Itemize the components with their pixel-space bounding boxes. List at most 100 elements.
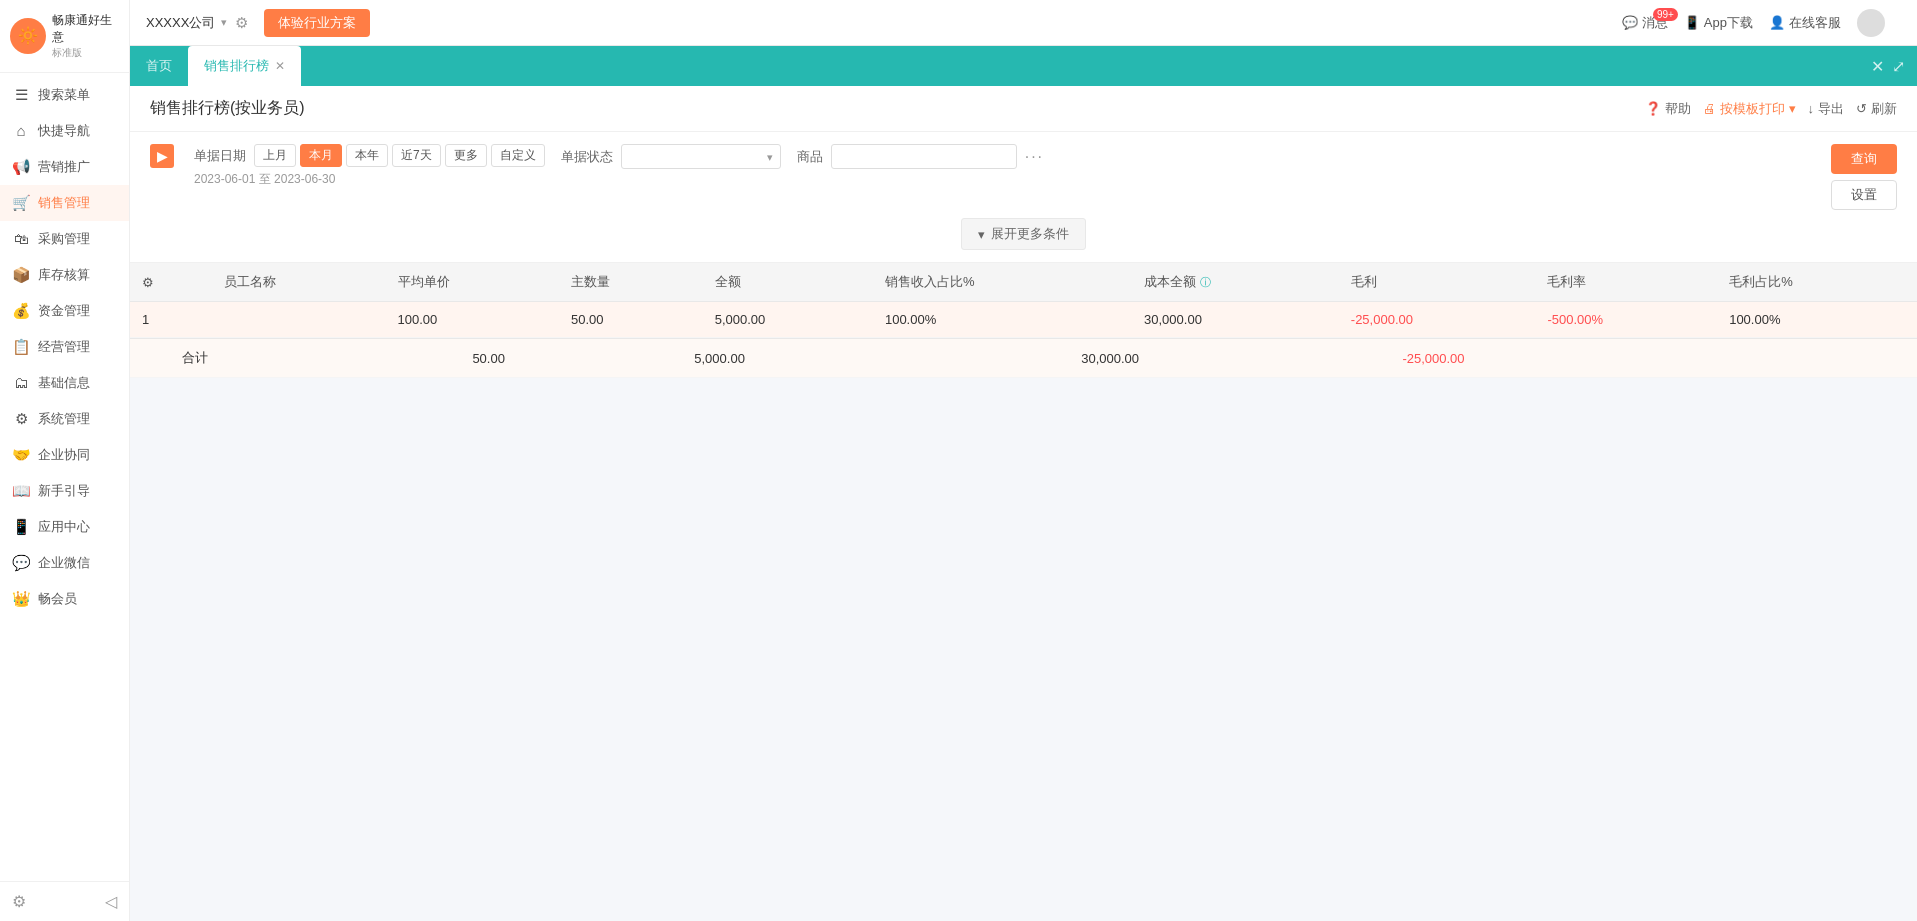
service-icon: 👤 (1769, 15, 1785, 30)
nav-label-purchase: 采购管理 (38, 230, 90, 248)
service-label: 在线客服 (1789, 14, 1841, 32)
status-select[interactable] (621, 144, 781, 169)
tab-close-icon[interactable]: ✕ (275, 59, 285, 73)
date-btn-more[interactable]: 更多 (445, 144, 487, 167)
date-btn-7days[interactable]: 近7天 (392, 144, 441, 167)
company-selector[interactable]: XXXXX公司 ▾ (146, 14, 227, 32)
nav-label-apps: 应用中心 (38, 518, 90, 536)
sidebar-item-member[interactable]: 👑 畅会员 (0, 581, 129, 617)
nav-label-marketing: 营销推广 (38, 158, 90, 176)
app-download-button[interactable]: 📱 App下载 (1684, 14, 1753, 32)
cell-gross-rate: -500.00% (1535, 302, 1717, 338)
query-button[interactable]: 查询 (1831, 144, 1897, 174)
col-name: 员工名称 (212, 263, 385, 302)
footer-qty-cell: 50.00 (460, 339, 682, 378)
settings-button[interactable]: 设置 (1831, 180, 1897, 210)
sidebar-item-purchase[interactable]: 🛍 采购管理 (0, 221, 129, 257)
nav-icon-sales: 🛒 (12, 194, 30, 212)
sidebar-item-system[interactable]: ⚙ 系统管理 (0, 401, 129, 437)
footer-gross-cell: -25,000.00 (1390, 339, 1728, 378)
date-buttons: 上月 本月 本年 近7天 更多 自定义 (254, 144, 545, 167)
tabbar-close-all-icon[interactable]: ✕ (1871, 57, 1884, 76)
topbar-right: 💬 消息 99+ 📱 App下载 👤 在线客服 (1622, 9, 1901, 37)
date-btn-last-month[interactable]: 上月 (254, 144, 296, 167)
online-service-button[interactable]: 👤 在线客服 (1769, 14, 1841, 32)
collapse-icon[interactable]: ◁ (105, 892, 117, 911)
export-label: 导出 (1818, 100, 1844, 118)
col-main-qty: 主数量 (559, 263, 703, 302)
sidebar-item-guide[interactable]: 📖 新手引导 (0, 473, 129, 509)
avatar[interactable] (1857, 9, 1885, 37)
sidebar-item-marketing[interactable]: 📢 营销推广 (0, 149, 129, 185)
sidebar-item-basic[interactable]: 🗂 基础信息 (0, 365, 129, 401)
footer-sales-pct-cell (975, 339, 1069, 378)
nav-icon-finance: 💰 (12, 302, 30, 320)
nav-icon-inventory: 📦 (12, 266, 30, 284)
app-label: App下载 (1704, 14, 1753, 32)
filter-expand-arrow[interactable]: ▶ (150, 144, 174, 168)
date-btn-custom[interactable]: 自定义 (491, 144, 545, 167)
nav-icon-basic: 🗂 (12, 374, 30, 392)
expand-more-label: 展开更多条件 (991, 225, 1069, 243)
nav-icon-apps: 📱 (12, 518, 30, 536)
footer-avg-price-cell (366, 339, 460, 378)
logo-sub: 标准版 (52, 46, 119, 60)
table-body: 1 100.00 50.00 5,000.00 100.00% 30,000.0… (130, 302, 1917, 338)
cell-gross: -25,000.00 (1339, 302, 1536, 338)
expand-chevron-icon: ▾ (978, 227, 985, 242)
sidebar-item-wechat[interactable]: 💬 企业微信 (0, 545, 129, 581)
trial-button[interactable]: 体验行业方案 (264, 9, 370, 37)
tab-home[interactable]: 首页 (130, 46, 188, 86)
expand-more-button[interactable]: ▾ 展开更多条件 (961, 218, 1086, 250)
nav-label-basic: 基础信息 (38, 374, 90, 392)
company-name: XXXXX公司 (146, 14, 215, 32)
cell-avg-price: 100.00 (386, 302, 559, 338)
sidebar-item-sales[interactable]: 🛒 销售管理 (0, 185, 129, 221)
print-label: 按模板打印 (1720, 100, 1785, 118)
nav-icon-search: ☰ (12, 86, 30, 104)
export-button[interactable]: ↓ 导出 (1808, 100, 1845, 118)
sidebar-item-cooperation[interactable]: 🤝 企业协同 (0, 437, 129, 473)
tabbar-actions: ✕ ⤢ (1871, 57, 1917, 76)
settings-icon[interactable]: ⚙ (12, 892, 26, 911)
col-cost-amount: 成本全额 ⓘ (1132, 263, 1339, 302)
sidebar-item-finance[interactable]: 💰 资金管理 (0, 293, 129, 329)
message-icon: 💬 (1622, 15, 1638, 30)
date-btn-this-month[interactable]: 本月 (300, 144, 342, 167)
print-button[interactable]: 🖨 按模板打印 ▾ (1703, 100, 1796, 118)
col-amount: 全额 (703, 263, 873, 302)
date-range-text: 2023-06-01 至 2023-06-30 (194, 171, 545, 188)
refresh-button[interactable]: ↺ 刷新 (1856, 100, 1897, 118)
col-gross-rate: 毛利率 (1535, 263, 1717, 302)
nav-label-system: 系统管理 (38, 410, 90, 428)
footer-rank-cell (130, 339, 170, 378)
export-icon: ↓ (1808, 101, 1815, 116)
goods-more-icon[interactable]: ··· (1025, 148, 1044, 166)
sidebar-item-operations[interactable]: 📋 经营管理 (0, 329, 129, 365)
goods-input[interactable] (831, 144, 1017, 169)
page-content: 销售排行榜(按业务员) ❓ 帮助 🖨 按模板打印 ▾ ↓ 导出 ↺ 刷新 (130, 86, 1917, 921)
tab-sales-ranking[interactable]: 销售排行榜 ✕ (188, 46, 301, 86)
col-gross-pct: 毛利占比% (1717, 263, 1917, 302)
tab-home-label: 首页 (146, 57, 172, 75)
nav-icon-cooperation: 🤝 (12, 446, 30, 464)
nav-label-member: 畅会员 (38, 590, 77, 608)
footer-label-cell: 合计 (170, 339, 366, 378)
help-button[interactable]: ❓ 帮助 (1645, 100, 1691, 118)
sidebar-item-shortcut[interactable]: ⌂ 快捷导航 (0, 113, 129, 149)
footer-gross-rate-cell (1729, 339, 1823, 378)
page-title: 销售排行榜(按业务员) (150, 98, 305, 119)
refresh-icon: ↺ (1856, 101, 1867, 116)
message-button[interactable]: 💬 消息 99+ (1622, 14, 1668, 32)
sidebar-item-apps[interactable]: 📱 应用中心 (0, 509, 129, 545)
nav-icon-wechat: 💬 (12, 554, 30, 572)
page-actions: ❓ 帮助 🖨 按模板打印 ▾ ↓ 导出 ↺ 刷新 (1645, 100, 1898, 118)
sidebar-item-search[interactable]: ☰ 搜索菜单 (0, 77, 129, 113)
col-gross: 毛利 (1339, 263, 1536, 302)
filter-goods-group: 商品 ··· (797, 144, 1044, 169)
sidebar-item-inventory[interactable]: 📦 库存核算 (0, 257, 129, 293)
date-filter-label: 单据日期 (194, 147, 246, 165)
settings-gear-icon[interactable]: ⚙ (235, 14, 248, 32)
date-btn-this-year[interactable]: 本年 (346, 144, 388, 167)
tabbar-expand-icon[interactable]: ⤢ (1892, 57, 1905, 76)
